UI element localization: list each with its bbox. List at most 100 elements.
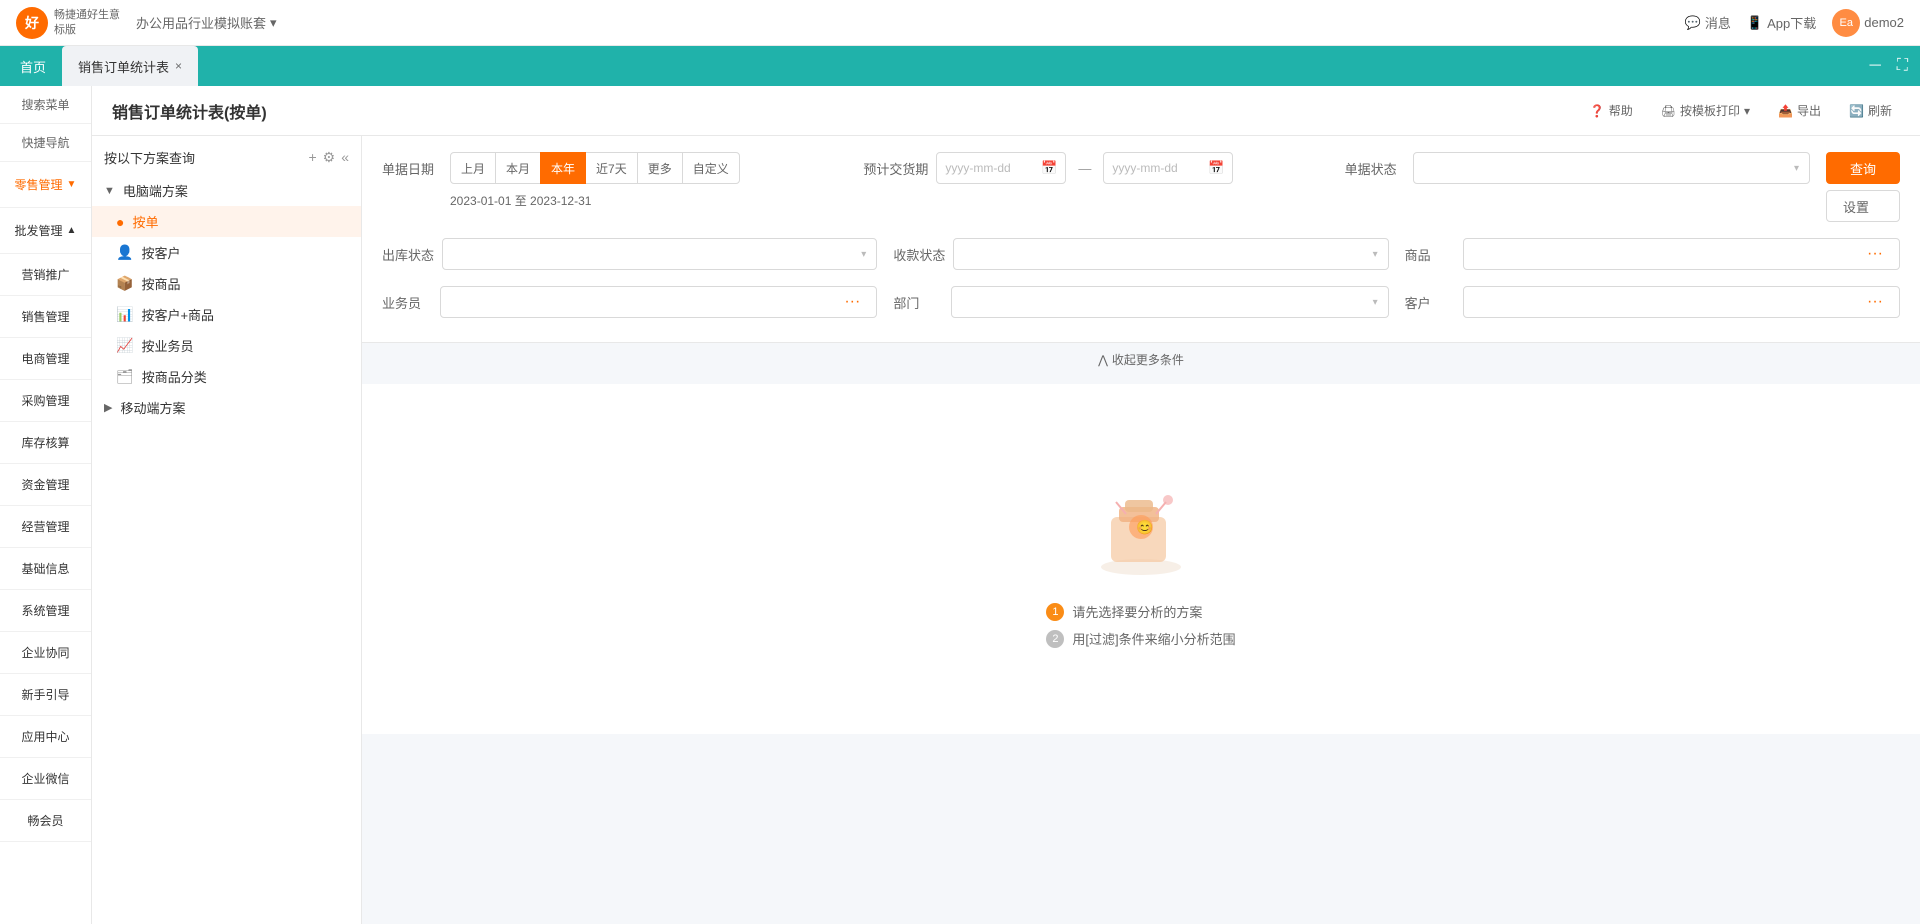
sidebar-item-inventory[interactable]: 库存核算 — [0, 422, 91, 464]
header-right: 💬 消息 📱 App下载 Ea demo2 — [1685, 9, 1904, 37]
sidebar-item-marketing[interactable]: 营销推广 — [0, 254, 91, 296]
forecast-date-start[interactable]: yyyy-mm-dd 📅 — [936, 152, 1066, 184]
date-range-display: 2023-01-01 至 2023-12-31 — [450, 192, 591, 209]
filter-actions: 查询 设置 — [1826, 152, 1900, 222]
page-title: 销售订单统计表(按单) — [112, 99, 267, 135]
customer-label: 客户 — [1405, 293, 1455, 312]
more-icon[interactable]: ··· — [1861, 293, 1889, 311]
dropdown-arrow-icon: ▾ — [861, 249, 866, 260]
tree-item-by-goods[interactable]: 📦 按商品 — [92, 268, 361, 299]
more-icon[interactable]: ··· — [1861, 245, 1889, 263]
sidebar-item-newbie[interactable]: 新手引导 — [0, 674, 91, 716]
query-button[interactable]: 查询 — [1826, 152, 1900, 184]
customer-input[interactable]: ··· — [1463, 286, 1900, 318]
tree-item-by-order[interactable]: ● 按单 — [92, 206, 361, 237]
more-icon[interactable]: ··· — [838, 293, 866, 311]
tab-bar: 首页 销售订单统计表 × ─ ⛶ — [0, 46, 1920, 86]
status-dropdown[interactable]: ▾ — [1413, 152, 1810, 184]
sidebar-nav-quicklink[interactable]: 快捷导航 — [0, 124, 91, 162]
payment-status-label: 收款状态 — [893, 245, 945, 264]
sidebar-item-apps[interactable]: 应用中心 — [0, 716, 91, 758]
sidebar-item-system[interactable]: 系统管理 — [0, 590, 91, 632]
collapse-panel-icon[interactable]: « — [341, 149, 349, 166]
maximize-icon[interactable]: ⛶ — [1893, 53, 1912, 79]
sidebar-item-finance[interactable]: 资金管理 — [0, 464, 91, 506]
tree-item-by-salesperson[interactable]: 📈 按业务员 — [92, 330, 361, 361]
main-layout: 搜索菜单 快捷导航 零售管理 ▼ 批发管理 ▲ 营销推广 销售管理 电商管理 采… — [0, 86, 1920, 924]
goods-input[interactable]: ··· — [1463, 238, 1900, 270]
out-status-label: 出库状态 — [382, 245, 434, 264]
print-icon: 🖨 — [1661, 104, 1676, 118]
workspace-selector[interactable]: 办公用品行业模拟账套 ▾ — [128, 9, 285, 36]
chevron-down-icon: ▾ — [1744, 104, 1750, 118]
customer-icon: 👤 — [116, 244, 133, 261]
dropdown-arrow-icon: ▾ — [1373, 297, 1378, 308]
sidebar-item-purchase[interactable]: 采购管理 — [0, 380, 91, 422]
filter-panel: 单据日期 上月 本月 本年 近7天 更多 自定义 — [362, 136, 1920, 342]
minimize-icon[interactable]: ─ — [1865, 53, 1884, 79]
message-button[interactable]: 💬 消息 — [1685, 13, 1731, 32]
payment-status-dropdown[interactable]: ▾ — [953, 238, 1388, 270]
message-icon: 💬 — [1685, 15, 1701, 31]
sidebar-item-ecommerce[interactable]: 电商管理 — [0, 338, 91, 380]
goods-label: 商品 — [1405, 245, 1455, 264]
sidebar-item-enterprise[interactable]: 企业协同 — [0, 632, 91, 674]
sidebar-item-wechat[interactable]: 企业微信 — [0, 758, 91, 800]
category-icon: 🗂 — [116, 368, 134, 385]
date-btn-this-year[interactable]: 本年 — [540, 152, 586, 184]
content-area: 销售订单统计表(按单) ❓ 帮助 🖨 按模板打印 ▾ 📤 导出 🔄 刷新 — [92, 86, 1920, 924]
status-label: 单据状态 — [1345, 159, 1405, 178]
empty-state: 😊 1 请先选择要分析的方案 2 用[过滤]条件来缩小分析范围 — [362, 384, 1920, 734]
close-tab-icon[interactable]: × — [175, 59, 182, 73]
date-btn-custom[interactable]: 自定义 — [682, 152, 740, 184]
tab-home[interactable]: 首页 — [4, 46, 62, 86]
dropdown-arrow-icon: ▾ — [1794, 163, 1799, 174]
settings-scheme-icon[interactable]: ⚙ — [323, 149, 336, 166]
dropdown-arrow-icon: ▾ — [1373, 249, 1378, 260]
sidebar-item-sales[interactable]: 销售管理 — [0, 296, 91, 338]
forecast-date-end[interactable]: yyyy-mm-dd 📅 — [1103, 152, 1233, 184]
sidebar-item-retail[interactable]: 零售管理 ▼ — [0, 162, 91, 208]
department-dropdown[interactable]: ▾ — [951, 286, 1388, 318]
tree-item-by-category[interactable]: 🗂 按商品分类 — [92, 361, 361, 392]
forecast-date-label: 预计交货期 — [863, 159, 928, 178]
sidebar-item-member[interactable]: 畅会员 — [0, 800, 91, 842]
collapse-icon: ⋀ — [1098, 353, 1108, 367]
date-filter-label: 单据日期 — [382, 159, 442, 178]
tree-item-by-customer[interactable]: 👤 按客户 — [92, 237, 361, 268]
payment-status-cell: 收款状态 ▾ — [893, 238, 1388, 270]
sales-person-input[interactable]: ··· — [440, 286, 877, 318]
sidebar-search[interactable]: 搜索菜单 — [0, 86, 91, 124]
date-separator: — — [1074, 161, 1095, 176]
add-scheme-icon[interactable]: + — [308, 149, 316, 166]
svg-text:😊: 😊 — [1136, 519, 1153, 535]
circle-icon: ● — [116, 214, 124, 230]
empty-step-1: 1 请先选择要分析的方案 — [1046, 602, 1235, 621]
date-shortcuts: 上月 本月 本年 近7天 更多 自定义 — [450, 152, 740, 184]
date-btn-last-7[interactable]: 近7天 — [585, 152, 638, 184]
salesperson-icon: 📈 — [116, 337, 133, 354]
download-button[interactable]: 📱 App下载 — [1747, 13, 1816, 32]
user-profile[interactable]: Ea demo2 — [1832, 9, 1904, 37]
export-button[interactable]: 📤 导出 — [1770, 98, 1829, 123]
sidebar-item-operations[interactable]: 经营管理 — [0, 506, 91, 548]
sidebar-item-basic[interactable]: 基础信息 — [0, 548, 91, 590]
date-btn-more[interactable]: 更多 — [637, 152, 683, 184]
refresh-button[interactable]: 🔄 刷新 — [1841, 98, 1900, 123]
help-button[interactable]: ❓ 帮助 — [1582, 98, 1641, 123]
goods-icon: 📦 — [116, 275, 133, 292]
date-btn-this-month[interactable]: 本月 — [495, 152, 541, 184]
settings-button[interactable]: 设置 — [1826, 190, 1900, 222]
tab-sales-stats[interactable]: 销售订单统计表 × — [62, 46, 198, 86]
collapse-conditions-bar[interactable]: ⋀ 收起更多条件 — [362, 342, 1920, 376]
date-btn-last-month[interactable]: 上月 — [450, 152, 496, 184]
tree-parent-pc[interactable]: ▼ 电脑端方案 — [92, 175, 361, 206]
left-panel-header: 按以下方案查询 + ⚙ « — [92, 148, 361, 175]
tree-parent-mobile[interactable]: ▶ 移动端方案 — [92, 392, 361, 423]
out-status-dropdown[interactable]: ▾ — [442, 238, 877, 270]
calendar-icon: 📅 — [1208, 160, 1224, 176]
collapse-icon: ▶ — [104, 401, 112, 414]
print-button[interactable]: 🖨 按模板打印 ▾ — [1653, 98, 1758, 123]
sidebar-item-wholesale[interactable]: 批发管理 ▲ — [0, 208, 91, 254]
tree-item-by-customer-goods[interactable]: 📊 按客户+商品 — [92, 299, 361, 330]
